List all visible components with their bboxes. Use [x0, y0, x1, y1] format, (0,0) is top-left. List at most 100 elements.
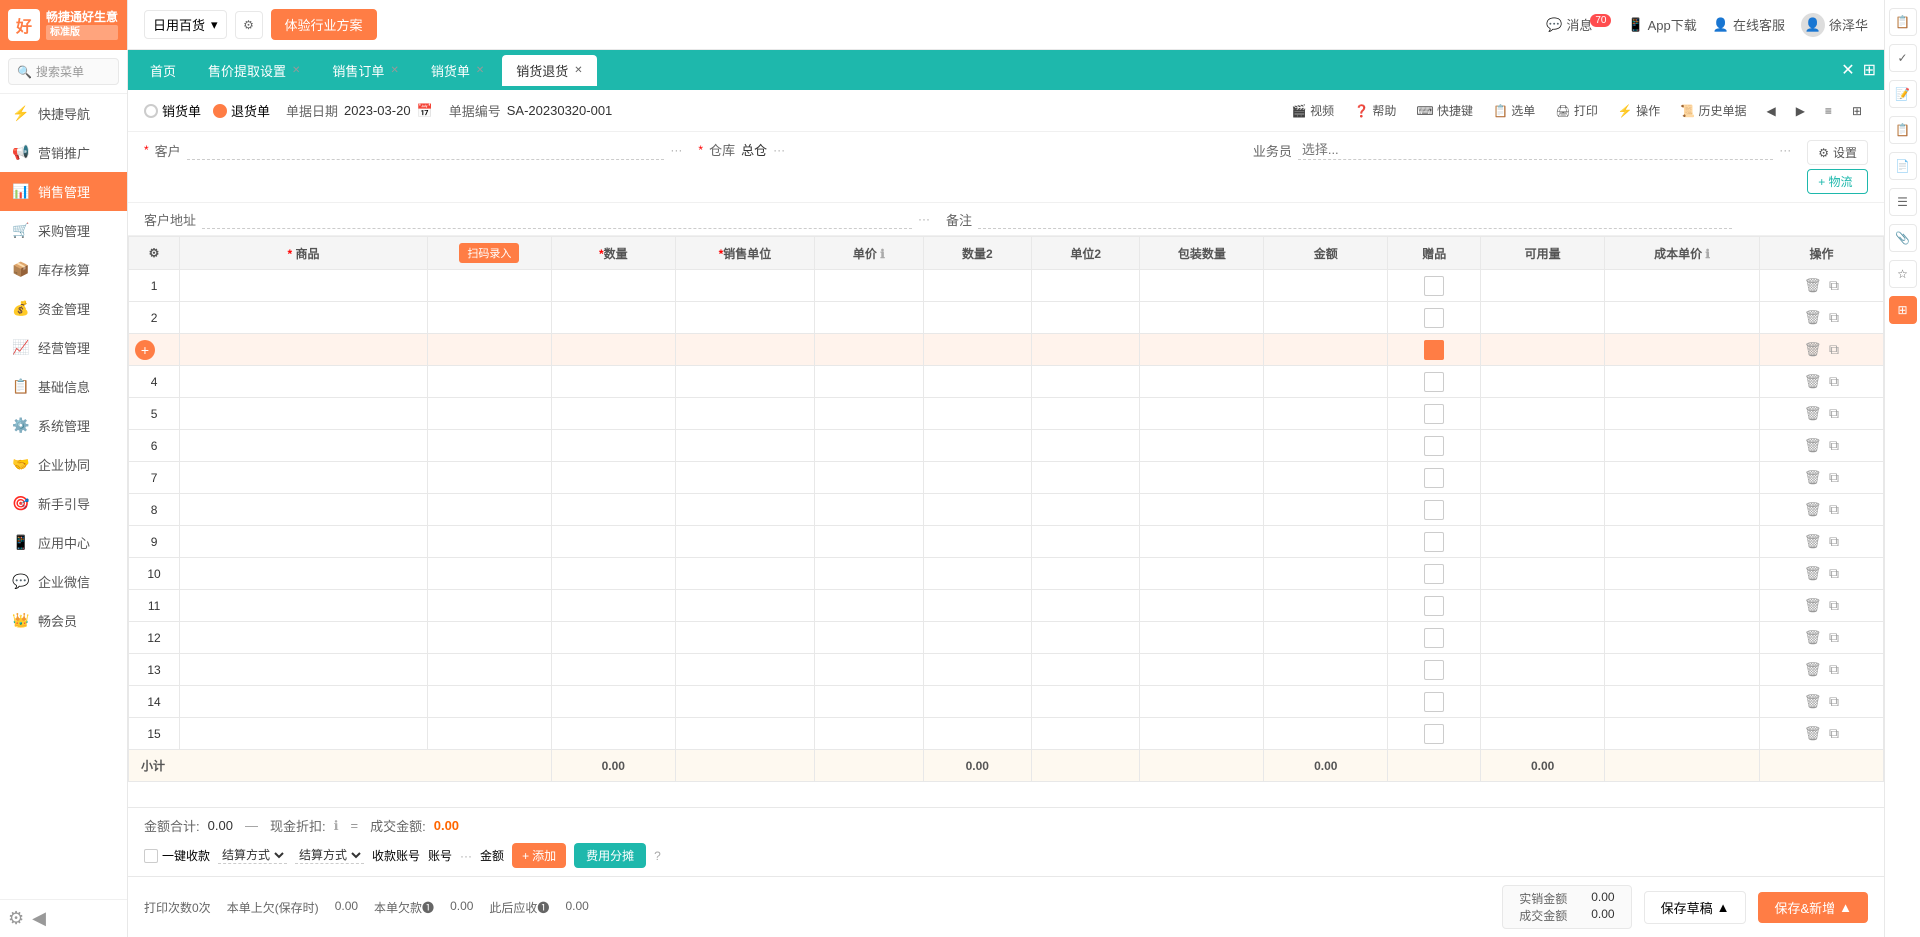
- price-cell-15[interactable]: [815, 718, 923, 750]
- sidebar-item-operation[interactable]: 📈 经营管理: [0, 328, 127, 367]
- product-cell-6[interactable]: [180, 430, 428, 462]
- unit2-cell-9[interactable]: [1032, 526, 1140, 558]
- pack-qty-cell-11[interactable]: [1140, 590, 1264, 622]
- delete-btn-7[interactable]: 🗑: [1802, 469, 1824, 486]
- qty-cell-1[interactable]: [551, 270, 675, 302]
- sidebar-item-guide[interactable]: 🎯 新手引导: [0, 484, 127, 523]
- qty-cell-2[interactable]: [551, 302, 675, 334]
- product-cell-7[interactable]: [180, 462, 428, 494]
- available-cell-7[interactable]: [1481, 462, 1605, 494]
- amount-cell-12[interactable]: [1264, 622, 1388, 654]
- tab-sales-return[interactable]: 销货退货 ✕: [502, 55, 596, 86]
- qty2-cell-5[interactable]: [923, 398, 1031, 430]
- app-download-button[interactable]: 📱 App下载: [1627, 15, 1696, 34]
- pack-qty-cell-12[interactable]: [1140, 622, 1264, 654]
- tab-sales-delivery[interactable]: 销货单 ✕: [417, 55, 498, 86]
- tab-price-setting[interactable]: 售价提取设置 ✕: [194, 55, 314, 86]
- price-cell-13[interactable]: [815, 654, 923, 686]
- sidebar-item-system[interactable]: ⚙️ 系统管理: [0, 406, 127, 445]
- industry-selector[interactable]: 日用百货 ▾: [144, 10, 227, 39]
- product-cell-4[interactable]: [180, 366, 428, 398]
- amount-cell-6[interactable]: [1264, 430, 1388, 462]
- cost-price-cell-14[interactable]: [1605, 686, 1760, 718]
- unit-cell-4[interactable]: [675, 366, 814, 398]
- available-cell-14[interactable]: [1481, 686, 1605, 718]
- scan-input-button[interactable]: 扫码录入: [459, 243, 519, 263]
- radio-return[interactable]: 退货单: [213, 101, 270, 120]
- right-panel-btn-2[interactable]: ✓: [1889, 44, 1917, 72]
- available-cell-11[interactable]: [1481, 590, 1605, 622]
- amount-cell-10[interactable]: [1264, 558, 1388, 590]
- copy-btn-14[interactable]: ⧉: [1827, 693, 1841, 710]
- qty-cell-14[interactable]: [551, 686, 675, 718]
- available-cell-13[interactable]: [1481, 654, 1605, 686]
- select-toolbar-btn[interactable]: 📋 选单: [1487, 100, 1541, 121]
- settings-button[interactable]: ⚙ 设置: [1807, 140, 1868, 165]
- product-cell-5[interactable]: [180, 398, 428, 430]
- product-cell-3[interactable]: [180, 334, 428, 366]
- available-cell-2[interactable]: [1481, 302, 1605, 334]
- amount-cell-11[interactable]: [1264, 590, 1388, 622]
- cost-price-cell-10[interactable]: [1605, 558, 1760, 590]
- gift-checkbox-10[interactable]: [1424, 564, 1444, 584]
- price-cell-5[interactable]: [815, 398, 923, 430]
- qty-cell-15[interactable]: [551, 718, 675, 750]
- sidebar-item-inventory[interactable]: 📦 库存核算: [0, 250, 127, 289]
- qty2-cell-8[interactable]: [923, 494, 1031, 526]
- delete-btn-5[interactable]: 🗑: [1802, 405, 1824, 422]
- gift-cell-5[interactable]: [1388, 398, 1481, 430]
- gift-checkbox-14[interactable]: [1424, 692, 1444, 712]
- copy-btn-13[interactable]: ⧉: [1827, 661, 1841, 678]
- copy-btn-8[interactable]: ⧉: [1827, 501, 1841, 518]
- copy-btn-12[interactable]: ⧉: [1827, 629, 1841, 646]
- product-cell-13[interactable]: [180, 654, 428, 686]
- tab-sales-order[interactable]: 销售订单 ✕: [318, 55, 412, 86]
- gift-cell-2[interactable]: [1388, 302, 1481, 334]
- amount-cell-9[interactable]: [1264, 526, 1388, 558]
- grid-view-icon[interactable]: ⊞: [1846, 102, 1868, 120]
- gift-checkbox-15[interactable]: [1424, 724, 1444, 744]
- product-cell-12[interactable]: [180, 622, 428, 654]
- cost-price-cell-4[interactable]: [1605, 366, 1760, 398]
- price-cell-14[interactable]: [815, 686, 923, 718]
- sidebar-item-wechat[interactable]: 💬 企业微信: [0, 562, 127, 601]
- accounting-method-select[interactable]: 结算方式: [218, 847, 287, 864]
- save-draft-button[interactable]: 保存草稿 ▲: [1644, 891, 1747, 924]
- gift-checkbox-11[interactable]: [1424, 596, 1444, 616]
- warehouse-dots-icon[interactable]: ···: [773, 143, 785, 157]
- qty2-cell-3[interactable]: [923, 334, 1031, 366]
- available-cell-9[interactable]: [1481, 526, 1605, 558]
- fees-help-icon[interactable]: ?: [654, 849, 661, 863]
- unit-cell-1[interactable]: [675, 270, 814, 302]
- gift-checkbox-7[interactable]: [1424, 468, 1444, 488]
- qty-cell-13[interactable]: [551, 654, 675, 686]
- right-panel-btn-3[interactable]: 📝: [1889, 80, 1917, 108]
- gift-cell-12[interactable]: [1388, 622, 1481, 654]
- right-panel-btn-9[interactable]: ⊞: [1889, 296, 1917, 324]
- logistics-button[interactable]: + 物流: [1807, 169, 1868, 194]
- tab-sales-order-close-icon[interactable]: ✕: [390, 65, 398, 76]
- qty2-cell-9[interactable]: [923, 526, 1031, 558]
- unit-cell-10[interactable]: [675, 558, 814, 590]
- pack-qty-cell-1[interactable]: [1140, 270, 1264, 302]
- sidebar-item-member[interactable]: 👑 畅会员: [0, 601, 127, 640]
- unit2-cell-15[interactable]: [1032, 718, 1140, 750]
- delete-btn-9[interactable]: 🗑: [1802, 533, 1824, 550]
- price-cell-3[interactable]: [815, 334, 923, 366]
- right-panel-btn-7[interactable]: 📎: [1889, 224, 1917, 252]
- delete-btn-14[interactable]: 🗑: [1802, 693, 1824, 710]
- gift-checkbox-4[interactable]: [1424, 372, 1444, 392]
- product-cell-11[interactable]: [180, 590, 428, 622]
- unit-cell-9[interactable]: [675, 526, 814, 558]
- search-menu-button[interactable]: 🔍 搜索菜单: [8, 58, 119, 85]
- delete-btn-15[interactable]: 🗑: [1802, 725, 1824, 742]
- one-key-receive-checkbox[interactable]: 一键收款: [144, 847, 210, 864]
- unit2-cell-12[interactable]: [1032, 622, 1140, 654]
- delete-btn-2[interactable]: 🗑: [1802, 309, 1824, 326]
- qty2-cell-6[interactable]: [923, 430, 1031, 462]
- product-cell-9[interactable]: [180, 526, 428, 558]
- print-toolbar-btn[interactable]: 🖨 打印: [1549, 100, 1604, 121]
- qty2-cell-7[interactable]: [923, 462, 1031, 494]
- delete-btn-12[interactable]: 🗑: [1802, 629, 1824, 646]
- gift-checkbox-5[interactable]: [1424, 404, 1444, 424]
